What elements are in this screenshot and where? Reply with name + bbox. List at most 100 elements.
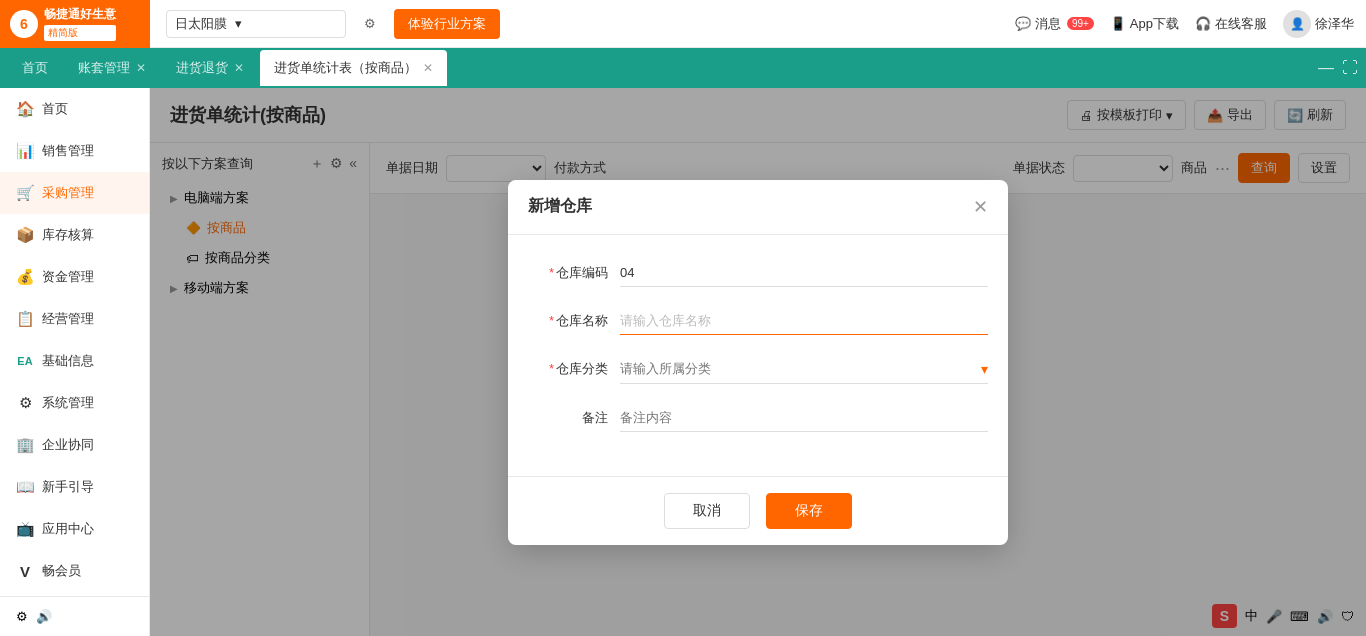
remark-input[interactable]	[620, 404, 988, 432]
tab-account-close[interactable]: ✕	[136, 61, 146, 75]
tab-account-label: 账套管理	[78, 59, 130, 77]
logo-area: 6 畅捷通好生意 精简版	[0, 0, 150, 48]
required-mark-2: *	[549, 313, 554, 328]
tab-maximize-icon[interactable]: ⛶	[1342, 59, 1358, 77]
cancel-button[interactable]: 取消	[664, 493, 750, 529]
warehouse-name-row: *仓库名称	[528, 307, 988, 335]
sidebar-item-app-label: 应用中心	[42, 520, 94, 538]
sidebar-bottom: ⚙ 🔊	[0, 596, 149, 636]
top-header: 6 畅捷通好生意 精简版 日太阳膜 ▾ ⚙ 体验行业方案 💬 消息 99+ 📱 …	[0, 0, 1366, 48]
sidebar-item-home-label: 首页	[42, 100, 68, 118]
tab-purchase-return[interactable]: 进货退货 ✕	[162, 50, 258, 86]
save-button[interactable]: 保存	[766, 493, 852, 529]
warehouse-code-row: *仓库编码	[528, 259, 988, 287]
messages-badge: 99+	[1067, 17, 1094, 30]
logo-icon: 6	[10, 10, 38, 38]
remark-row: 备注	[528, 404, 988, 432]
tab-purchase-stats-label: 进货单统计表（按商品）	[274, 59, 417, 77]
tab-minimize-icon[interactable]: —	[1318, 59, 1334, 77]
new-warehouse-modal: 新增仓库 ✕ *仓库编码 *仓库名称	[508, 180, 1008, 545]
warehouse-code-input[interactable]	[620, 259, 988, 287]
sidebar-item-inventory-label: 库存核算	[42, 226, 94, 244]
logo-text: 畅捷通好生意 精简版	[44, 6, 116, 41]
remark-label: 备注	[528, 409, 608, 427]
phone-icon: 📱	[1110, 16, 1126, 31]
sidebar-item-purchase-label: 采购管理	[42, 184, 94, 202]
avatar: 👤	[1283, 10, 1311, 38]
sidebar-item-system[interactable]: ⚙ 系统管理	[0, 382, 149, 424]
tab-bar: 首页 账套管理 ✕ 进货退货 ✕ 进货单统计表（按商品） ✕ — ⛶	[0, 48, 1366, 88]
search-dropdown-icon[interactable]: ▾	[235, 16, 242, 31]
sidebar-item-finance[interactable]: 💰 资金管理	[0, 256, 149, 298]
system-icon: ⚙	[16, 394, 34, 412]
headset-icon: 🎧	[1195, 16, 1211, 31]
sidebar-item-enterprise[interactable]: 🏢 企业协同	[0, 424, 149, 466]
settings-bottom-icon[interactable]: ⚙	[16, 609, 28, 624]
sidebar-item-vip[interactable]: V 畅会员	[0, 550, 149, 592]
category-dropdown-icon[interactable]: ▾	[981, 361, 988, 377]
modal-overlay: 新增仓库 ✕ *仓库编码 *仓库名称	[150, 88, 1366, 636]
required-mark: *	[549, 265, 554, 280]
enterprise-icon: 🏢	[16, 436, 34, 454]
app-icon: 📺	[16, 520, 34, 538]
tab-homepage-label: 首页	[22, 59, 48, 77]
finance-icon: 💰	[16, 268, 34, 286]
inventory-icon: 📦	[16, 226, 34, 244]
tab-purchase-return-label: 进货退货	[176, 59, 228, 77]
sidebar-item-sales-label: 销售管理	[42, 142, 94, 160]
sidebar-item-home[interactable]: 🏠 首页	[0, 88, 149, 130]
modal-footer: 取消 保存	[508, 476, 1008, 545]
warehouse-category-input[interactable]	[620, 361, 981, 376]
tab-purchase-return-close[interactable]: ✕	[234, 61, 244, 75]
sales-icon: 📊	[16, 142, 34, 160]
sidebar-item-system-label: 系统管理	[42, 394, 94, 412]
sidebar-item-newbie[interactable]: 📖 新手引导	[0, 466, 149, 508]
sidebar-item-newbie-label: 新手引导	[42, 478, 94, 496]
main-layout: 🏠 首页 📊 销售管理 🛒 采购管理 📦 库存核算 💰 资金管理 📋 经营管理 …	[0, 88, 1366, 636]
user-area[interactable]: 👤 徐泽华	[1283, 10, 1354, 38]
warehouse-category-row: *仓库分类 ▾	[528, 355, 988, 384]
sidebar-item-basic[interactable]: EA 基础信息	[0, 340, 149, 382]
sidebar-item-operations[interactable]: 📋 经营管理	[0, 298, 149, 340]
sidebar-item-enterprise-label: 企业协同	[42, 436, 94, 454]
trial-button[interactable]: 体验行业方案	[394, 9, 500, 39]
newbie-icon: 📖	[16, 478, 34, 496]
warehouse-name-label: *仓库名称	[528, 312, 608, 330]
sidebar-item-finance-label: 资金管理	[42, 268, 94, 286]
home-icon: 🏠	[16, 100, 34, 118]
online-service-btn[interactable]: 🎧 在线客服	[1195, 15, 1267, 33]
sidebar-item-operations-label: 经营管理	[42, 310, 94, 328]
header-right: 💬 消息 99+ 📱 App下载 🎧 在线客服 👤 徐泽华	[1015, 10, 1354, 38]
sidebar-item-app[interactable]: 📺 应用中心	[0, 508, 149, 550]
sidebar-item-basic-label: 基础信息	[42, 352, 94, 370]
search-text: 日太阳膜	[175, 15, 227, 33]
speaker-icon[interactable]: 🔊	[36, 609, 52, 624]
sidebar-item-sales[interactable]: 📊 销售管理	[0, 130, 149, 172]
warehouse-code-label: *仓库编码	[528, 264, 608, 282]
warehouse-category-label: *仓库分类	[528, 360, 608, 378]
modal-close-btn[interactable]: ✕	[973, 196, 988, 218]
tab-account-management[interactable]: 账套管理 ✕	[64, 50, 160, 86]
purchase-icon: 🛒	[16, 184, 34, 202]
vip-icon: V	[16, 562, 34, 580]
modal-body: *仓库编码 *仓库名称 *仓库分类	[508, 235, 1008, 476]
search-bar[interactable]: 日太阳膜 ▾	[166, 10, 346, 38]
tab-purchase-stats[interactable]: 进货单统计表（按商品） ✕	[260, 50, 447, 86]
username-label: 徐泽华	[1315, 15, 1354, 33]
tab-homepage[interactable]: 首页	[8, 50, 62, 86]
messages-btn[interactable]: 💬 消息 99+	[1015, 15, 1094, 33]
sidebar-item-inventory[interactable]: 📦 库存核算	[0, 214, 149, 256]
settings-icon-btn[interactable]: ⚙	[354, 8, 386, 40]
warehouse-name-input[interactable]	[620, 307, 988, 335]
required-mark-3: *	[549, 361, 554, 376]
sidebar-item-purchase[interactable]: 🛒 采购管理	[0, 172, 149, 214]
gear-icon: ⚙	[364, 16, 376, 31]
modal-title: 新增仓库	[528, 196, 592, 217]
tab-purchase-stats-close[interactable]: ✕	[423, 61, 433, 75]
content-area: 进货单统计(按商品) 🖨 按模板打印 ▾ 📤 导出 🔄 刷新	[150, 88, 1366, 636]
modal-header: 新增仓库 ✕	[508, 180, 1008, 235]
sidebar-item-vip-label: 畅会员	[42, 562, 81, 580]
operations-icon: 📋	[16, 310, 34, 328]
app-download-btn[interactable]: 📱 App下载	[1110, 15, 1179, 33]
sidebar: 🏠 首页 📊 销售管理 🛒 采购管理 📦 库存核算 💰 资金管理 📋 经营管理 …	[0, 88, 150, 636]
